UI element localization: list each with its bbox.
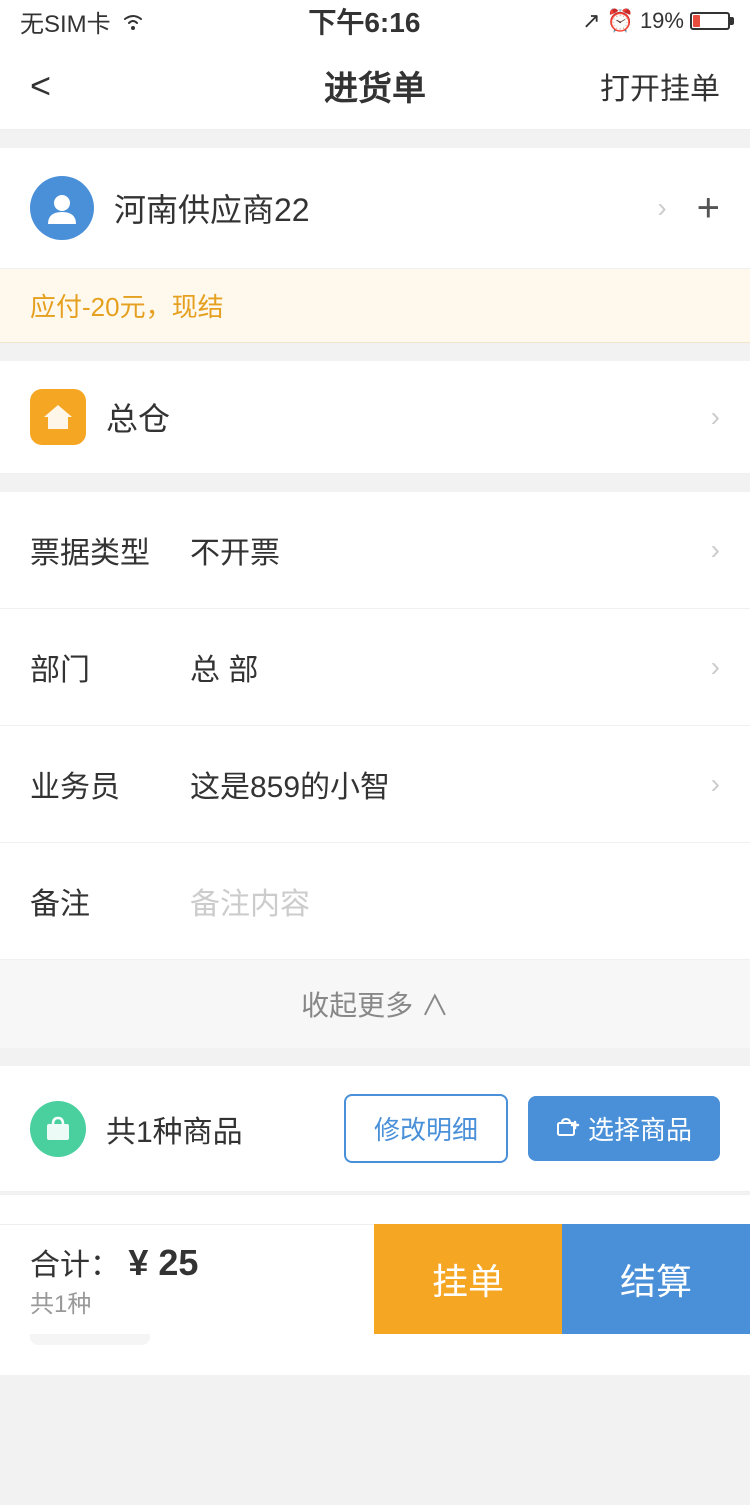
battery-text: 19% xyxy=(640,8,684,34)
products-count: 共1种商品 xyxy=(106,1107,324,1151)
location-icon: ↗ xyxy=(582,8,600,34)
chevron-right-icon: › xyxy=(711,651,720,683)
open-pending-button[interactable]: 打开挂单 xyxy=(600,64,720,108)
pay-button[interactable]: 结算 xyxy=(562,1224,750,1334)
sales-value: 这是859的小智 xyxy=(190,762,711,806)
home-icon xyxy=(42,401,74,433)
dept-label: 部门 xyxy=(30,645,190,689)
total-sub: 共1种 xyxy=(30,1284,374,1319)
select-product-button[interactable]: 选择商品 xyxy=(528,1096,720,1161)
add-button[interactable]: + xyxy=(697,186,720,231)
pend-button[interactable]: 挂单 xyxy=(374,1224,562,1334)
alarm-icon: ⏰ xyxy=(607,8,634,34)
footer: 合计： ¥ 25 共1种 挂单 结算 xyxy=(0,1224,750,1334)
sales-row[interactable]: 业务员 这是859的小智 › xyxy=(0,726,750,843)
dept-row[interactable]: 部门 总 部 › xyxy=(0,609,750,726)
status-right: ↗ ⏰ 19% xyxy=(582,8,730,34)
remark-label: 备注 xyxy=(30,879,190,923)
status-carrier: 无SIM卡 xyxy=(20,4,147,39)
warehouse-name: 总仓 xyxy=(106,394,711,440)
bottom-spacer xyxy=(0,1375,750,1505)
nav-bar: < 进货单 打开挂单 xyxy=(0,42,750,130)
battery-icon xyxy=(690,12,730,30)
cart-add-icon xyxy=(556,1117,580,1141)
divider-1 xyxy=(0,130,750,148)
total-amount: ¥ 25 xyxy=(128,1242,198,1283)
bag-icon xyxy=(43,1114,73,1144)
collapse-button[interactable]: 收起更多 ∧ xyxy=(0,960,750,1048)
warehouse-icon xyxy=(30,389,86,445)
chevron-right-icon: › xyxy=(657,192,666,224)
supplier-card: 河南供应商22 › + 应付-20元，现结 xyxy=(0,148,750,343)
notice-bar: 应付-20元，现结 xyxy=(0,269,750,343)
invoice-label: 票据类型 xyxy=(30,528,190,572)
cart-icon xyxy=(30,1101,86,1157)
invoice-value: 不开票 xyxy=(190,528,711,572)
footer-total: 合计： ¥ 25 共1种 xyxy=(0,1224,374,1334)
total-label: 合计： ¥ 25 xyxy=(30,1240,374,1284)
form-card: 票据类型 不开票 › 部门 总 部 › 业务员 这是859的小智 › 备注 备注… xyxy=(0,492,750,1048)
remark-input[interactable]: 备注内容 xyxy=(190,879,720,923)
wifi-icon xyxy=(119,11,147,31)
edit-detail-button[interactable]: 修改明细 xyxy=(344,1094,508,1163)
products-header: 共1种商品 修改明细 选择商品 xyxy=(0,1066,750,1192)
divider-3 xyxy=(0,474,750,492)
status-time: 下午6:16 xyxy=(308,1,420,41)
warehouse-row[interactable]: 总仓 › xyxy=(0,361,750,474)
select-product-label: 选择商品 xyxy=(588,1110,692,1147)
person-icon xyxy=(44,190,80,226)
invoice-row[interactable]: 票据类型 不开票 › xyxy=(0,492,750,609)
chevron-right-icon: › xyxy=(711,768,720,800)
status-bar: 无SIM卡 下午6:16 ↗ ⏰ 19% xyxy=(0,0,750,42)
divider-2 xyxy=(0,343,750,361)
chevron-right-icon: › xyxy=(711,401,720,433)
remark-row[interactable]: 备注 备注内容 xyxy=(0,843,750,960)
back-button[interactable]: < xyxy=(30,65,90,107)
dept-value: 总 部 xyxy=(190,645,711,689)
sales-label: 业务员 xyxy=(30,762,190,806)
chevron-right-icon: › xyxy=(711,534,720,566)
supplier-name: 河南供应商22 xyxy=(114,185,657,231)
page-title: 进货单 xyxy=(324,61,426,110)
divider-4 xyxy=(0,1048,750,1066)
avatar xyxy=(30,176,94,240)
supplier-row[interactable]: 河南供应商22 › + xyxy=(0,148,750,269)
